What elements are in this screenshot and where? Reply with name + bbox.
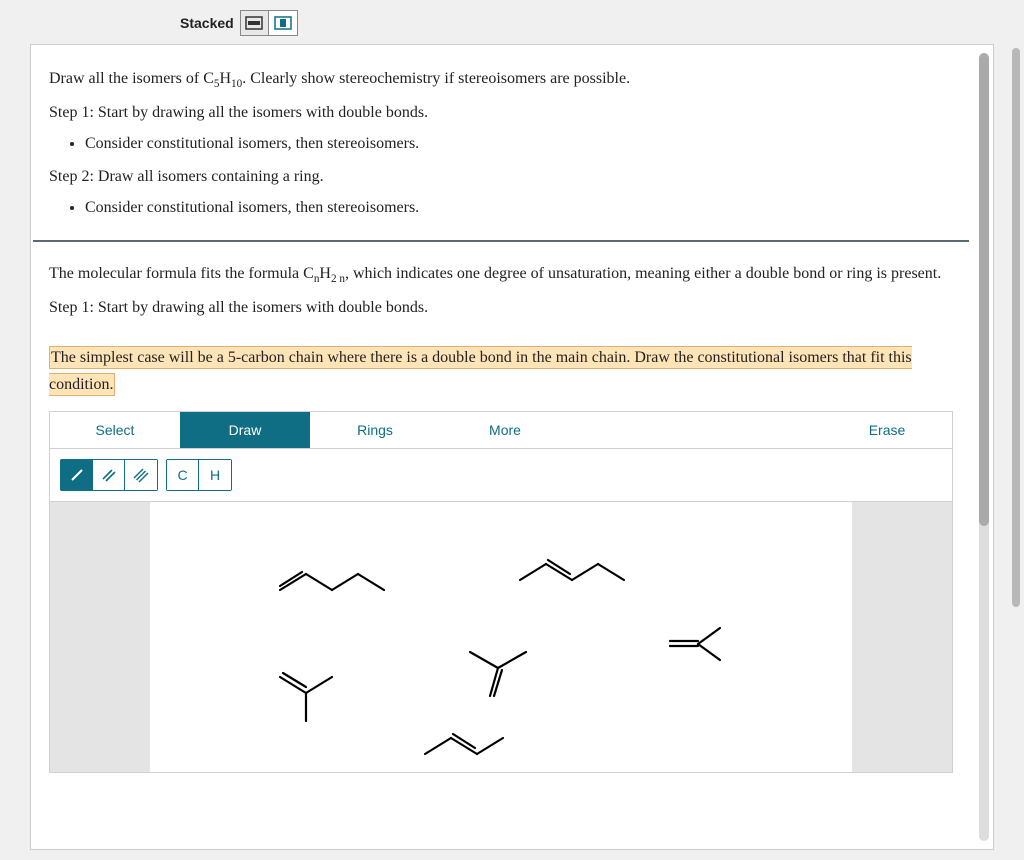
hydrogen-atom-button[interactable]: H — [199, 460, 231, 490]
canvas-wrap — [50, 502, 952, 772]
double-bond-button[interactable] — [93, 460, 125, 490]
content-frame: Draw all the isomers of C5H10. Clearly s… — [30, 44, 994, 850]
canvas-right-margin — [852, 502, 952, 772]
carbon-atom-button[interactable]: C — [167, 460, 199, 490]
tab-rings[interactable]: Rings — [310, 412, 440, 448]
step1-bullet: Consider constitutional isomers, then st… — [85, 131, 953, 157]
canvas-left-margin — [50, 502, 150, 772]
step2-bullet: Consider constitutional isomers, then st… — [85, 195, 953, 221]
triple-bond-button[interactable] — [125, 460, 157, 490]
view-vertical-button[interactable] — [269, 11, 297, 35]
view-toggles — [240, 10, 298, 36]
step2-text: Step 2: Draw all isomers containing a ri… — [49, 165, 953, 189]
triple-bond-icon — [133, 467, 149, 483]
drawing-tabs: Select Draw Rings More Erase — [50, 412, 952, 449]
view-mode-bar: Stacked — [180, 10, 298, 36]
drawing-widget: Select Draw Rings More Erase — [49, 411, 953, 773]
tab-select[interactable]: Select — [50, 412, 180, 448]
page-scrollbar[interactable] — [1012, 48, 1020, 846]
explain-text: The molecular formula fits the formula C… — [49, 262, 953, 288]
section-divider — [33, 240, 969, 242]
bond-toolbar: C H — [50, 449, 952, 502]
double-bond-icon — [101, 467, 117, 483]
single-bond-button[interactable] — [61, 460, 93, 490]
tab-draw[interactable]: Draw — [180, 412, 310, 448]
question-intro: Draw all the isomers of C5H10. Clearly s… — [49, 67, 953, 93]
tab-erase[interactable]: Erase — [822, 412, 952, 448]
step1-text: Step 1: Start by drawing all the isomers… — [49, 101, 953, 125]
content-scroll-area: Draw all the isomers of C5H10. Clearly s… — [31, 45, 971, 849]
view-horizontal-button[interactable] — [241, 11, 269, 35]
frame-scrollbar-thumb[interactable] — [979, 53, 989, 526]
stacked-label: Stacked — [180, 15, 234, 31]
frame-scrollbar[interactable] — [979, 53, 989, 841]
explain-step1: Step 1: Start by drawing all the isomers… — [49, 296, 953, 320]
highlighted-instruction: The simplest case will be a 5-carbon cha… — [49, 344, 953, 398]
drawing-canvas[interactable] — [150, 502, 852, 772]
single-bond-icon — [69, 467, 85, 483]
horizontal-layout-icon — [245, 16, 263, 30]
tab-more[interactable]: More — [440, 412, 570, 448]
vertical-layout-icon — [274, 16, 292, 30]
molecule-drawings — [150, 502, 850, 772]
page-scrollbar-thumb[interactable] — [1012, 48, 1020, 607]
